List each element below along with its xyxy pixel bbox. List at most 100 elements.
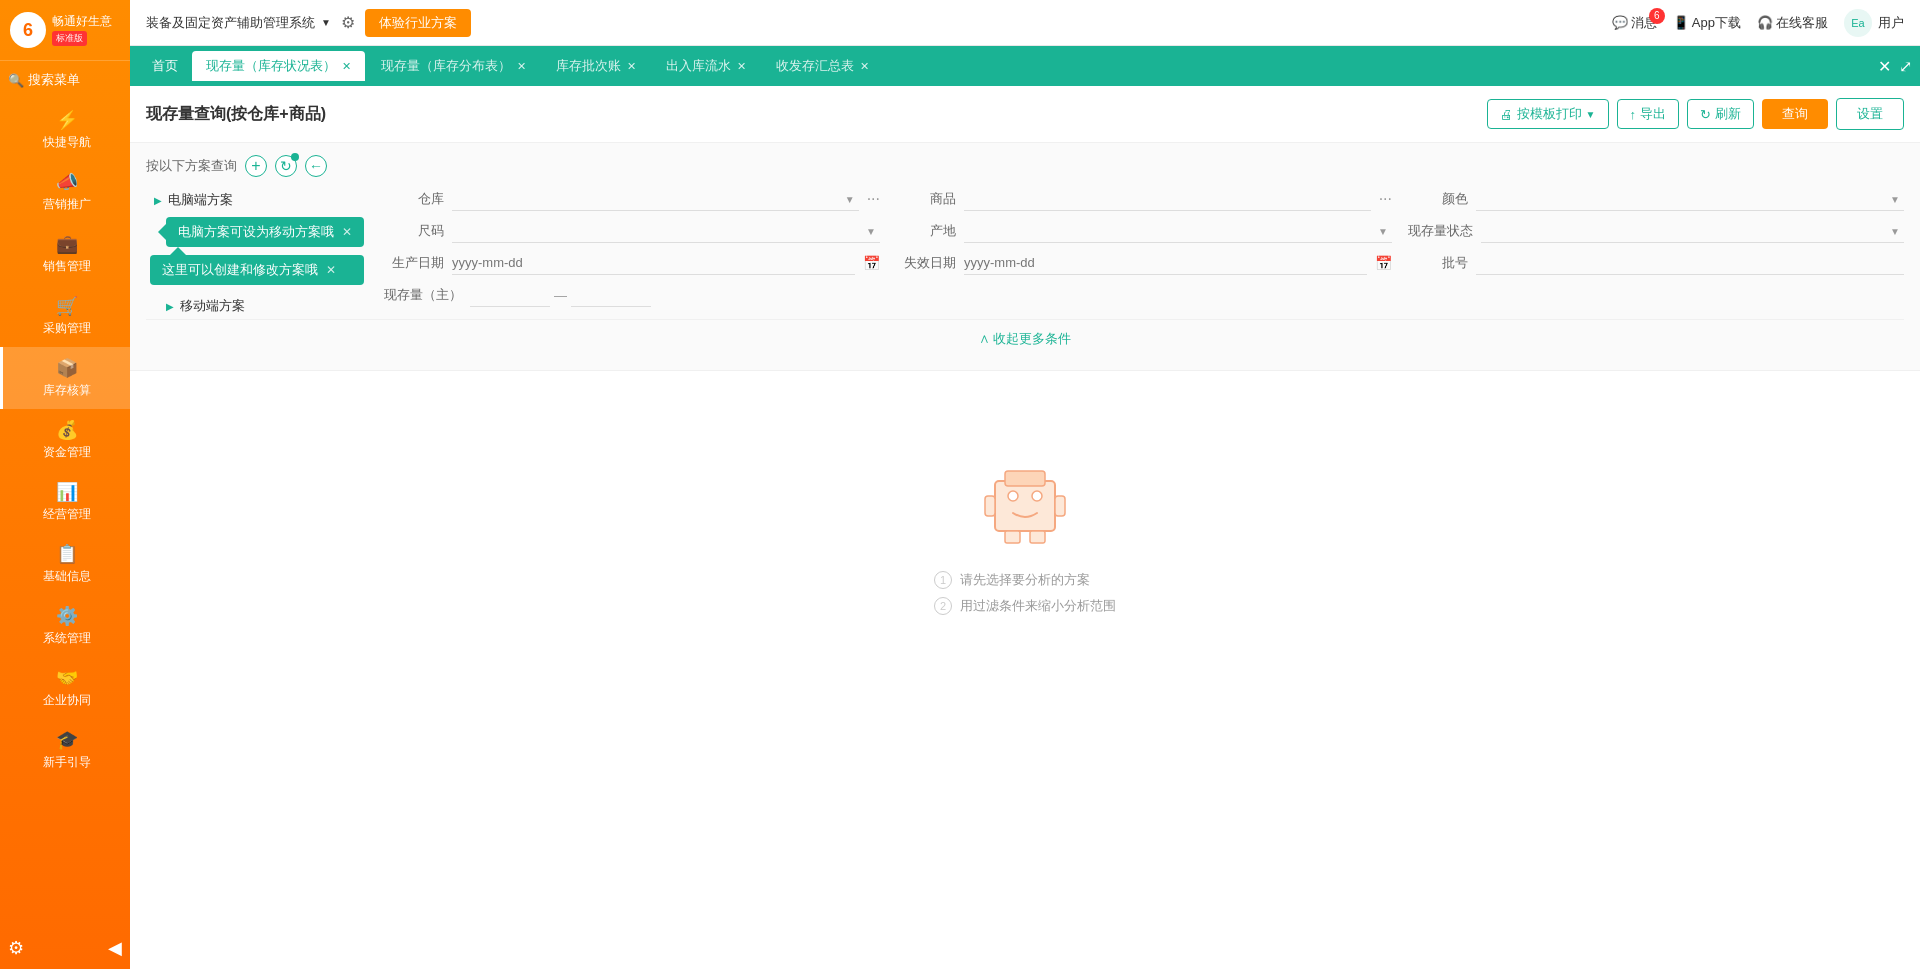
prod-date-calendar-icon[interactable]: 📅 <box>863 255 880 271</box>
notification-btn[interactable]: 💬 消息 6 <box>1612 14 1657 32</box>
search-btn[interactable]: 查询 <box>1762 99 1828 129</box>
template-print-btn[interactable]: 🖨 按模板打印 ▼ <box>1487 99 1609 129</box>
tab-in-out-flow[interactable]: 出入库流水 ✕ <box>652 51 760 81</box>
exp-date-input[interactable] <box>964 251 1367 275</box>
support-icon: 🎧 <box>1757 15 1773 30</box>
sidebar-item-basic[interactable]: 📋 基础信息 <box>0 533 130 595</box>
enterprise-icon: 🤝 <box>56 667 78 689</box>
svg-rect-4 <box>985 496 995 516</box>
scheme-list: ▶ 电脑端方案 电脑方案可设为移动方案哦 ✕ 这里可以创建和修改方案哦 ✕ <box>146 187 364 319</box>
arrow-right-icon2: ▶ <box>166 301 174 312</box>
tab-inventory-status[interactable]: 现存量（库存状况表） ✕ <box>192 51 365 81</box>
export-btn[interactable]: ↑ 导出 <box>1617 99 1680 129</box>
goods-more-icon[interactable]: ··· <box>1379 190 1392 208</box>
tab-close-receive-summary[interactable]: ✕ <box>860 60 869 73</box>
tab-home[interactable]: 首页 <box>138 51 192 81</box>
tooltip-desktop-wrapper: 电脑方案可设为移动方案哦 ✕ <box>166 217 364 247</box>
sidebar-item-search-menu[interactable]: 🔍 搜索菜单 <box>0 61 130 99</box>
sidebar-bottom: ⚙ ◀ <box>0 927 130 969</box>
empty-state: 1 请先选择要分析的方案 2 用过滤条件来缩小分析范围 <box>130 371 1920 703</box>
svg-rect-7 <box>1030 531 1045 543</box>
arrow-right-icon: ▶ <box>154 195 162 206</box>
main-content: 现存量查询(按仓库+商品) 🖨 按模板打印 ▼ ↑ 导出 ↻ 刷新 查询 设置 … <box>130 86 1920 969</box>
filter-batch-no: 批号 <box>1408 251 1904 275</box>
sidebar-item-purchase[interactable]: 🛒 采购管理 <box>0 285 130 347</box>
sidebar-item-system[interactable]: ⚙️ 系统管理 <box>0 595 130 657</box>
app-selector[interactable]: 装备及固定资产辅助管理系统 ▼ <box>146 14 331 32</box>
size-select-wrapper <box>452 219 880 243</box>
stock-qty-max-input[interactable] <box>571 283 651 307</box>
filter-add-btn[interactable]: + <box>245 155 267 177</box>
stock-status-select[interactable] <box>1481 219 1904 243</box>
svg-rect-0 <box>995 481 1055 531</box>
filter-refresh-btn[interactable]: ↻ <box>275 155 297 177</box>
purchase-icon: 🛒 <box>56 295 78 317</box>
stock-qty-range: — <box>470 283 880 307</box>
tab-close-batch-ledger[interactable]: ✕ <box>627 60 636 73</box>
filter-header: 按以下方案查询 + ↻ ← <box>146 155 1904 177</box>
tooltip-desktop: 电脑方案可设为移动方案哦 ✕ <box>166 217 364 247</box>
tab-close-in-out-flow[interactable]: ✕ <box>737 60 746 73</box>
app-download-btn[interactable]: 📱 App下载 <box>1673 14 1741 32</box>
filter-row-4: 现存量（主） — <box>384 283 1904 307</box>
tab-batch-ledger[interactable]: 库存批次账 ✕ <box>542 51 650 81</box>
svg-rect-6 <box>1005 531 1020 543</box>
page-actions: 🖨 按模板打印 ▼ ↑ 导出 ↻ 刷新 查询 设置 <box>1487 98 1904 130</box>
collapse-bar[interactable]: ∧ 收起更多条件 <box>146 319 1904 358</box>
prod-date-input[interactable] <box>452 251 855 275</box>
user-area[interactable]: Ea 用户 <box>1844 9 1904 37</box>
sidebar-item-sales[interactable]: 💼 销售管理 <box>0 223 130 285</box>
sidebar-item-finance[interactable]: 💰 资金管理 <box>0 409 130 471</box>
tooltip-desktop-close[interactable]: ✕ <box>342 225 352 239</box>
origin-select-wrapper <box>964 219 1392 243</box>
sidebar-collapse-icon[interactable]: ◀ <box>108 937 122 959</box>
settings-gear-icon[interactable]: ⚙ <box>8 937 24 959</box>
tab-receive-summary[interactable]: 收发存汇总表 ✕ <box>762 51 883 81</box>
tab-inventory-dist[interactable]: 现存量（库存分布表） ✕ <box>367 51 540 81</box>
system-icon: ⚙️ <box>56 605 78 627</box>
filter-form-container: 仓库 ··· 商品 ··· <box>384 187 1904 307</box>
sidebar-item-newbie[interactable]: 🎓 新手引导 <box>0 719 130 781</box>
refresh-btn[interactable]: ↻ 刷新 <box>1687 99 1754 129</box>
marketing-icon: 📣 <box>56 171 78 193</box>
tooltip-scheme-wrapper: 这里可以创建和修改方案哦 ✕ <box>150 255 364 285</box>
scheme-desktop[interactable]: ▶ 电脑端方案 <box>146 187 364 213</box>
finance-icon: 💰 <box>56 419 78 441</box>
scheme-mobile[interactable]: ▶ 移动端方案 <box>146 293 364 319</box>
color-select[interactable] <box>1476 187 1904 211</box>
online-support-btn[interactable]: 🎧 在线客服 <box>1757 14 1828 32</box>
color-select-wrapper <box>1476 187 1904 211</box>
tooltip-scheme-close[interactable]: ✕ <box>326 263 336 277</box>
print-icon: 🖨 <box>1500 107 1513 122</box>
reset-btn[interactable]: 设置 <box>1836 98 1904 130</box>
tab-close-inventory-dist[interactable]: ✕ <box>517 60 526 73</box>
tab-expand-btn[interactable]: ⤢ <box>1899 57 1912 76</box>
origin-select[interactable] <box>964 219 1392 243</box>
warehouse-select[interactable] <box>452 187 859 211</box>
tab-close-all-btn[interactable]: ✕ <box>1878 57 1891 76</box>
top-header: 装备及固定资产辅助管理系统 ▼ ⚙ 体验行业方案 💬 消息 6 📱 App下载 … <box>130 0 1920 46</box>
size-select[interactable] <box>452 219 880 243</box>
sidebar-item-inventory[interactable]: 📦 库存核算 <box>0 347 130 409</box>
exp-date-calendar-icon[interactable]: 📅 <box>1375 255 1392 271</box>
logo-text: 畅通好生意 标准版 <box>52 14 112 47</box>
settings-icon[interactable]: ⚙ <box>341 13 355 32</box>
sidebar-item-enterprise[interactable]: 🤝 企业协同 <box>0 657 130 719</box>
sidebar-item-quick-nav[interactable]: ⚡ 快捷导航 <box>0 99 130 161</box>
stock-qty-min-input[interactable] <box>470 283 550 307</box>
basic-icon: 📋 <box>56 543 78 565</box>
trial-button[interactable]: 体验行业方案 <box>365 9 471 37</box>
sales-icon: 💼 <box>56 233 78 255</box>
warehouse-more-icon[interactable]: ··· <box>867 190 880 208</box>
tab-close-inventory-status[interactable]: ✕ <box>342 60 351 73</box>
filter-back-btn[interactable]: ← <box>305 155 327 177</box>
batch-no-input[interactable] <box>1476 251 1904 275</box>
sidebar-item-marketing[interactable]: 📣 营销推广 <box>0 161 130 223</box>
goods-input[interactable] <box>964 187 1371 211</box>
sidebar-item-operations[interactable]: 📊 经营管理 <box>0 471 130 533</box>
dropdown-icon: ▼ <box>321 17 331 28</box>
svg-rect-5 <box>1055 496 1065 516</box>
filter-row-3: 生产日期 📅 失效日期 📅 批号 <box>384 251 1904 275</box>
stock-status-select-wrapper <box>1481 219 1904 243</box>
filter-stock-status: 现存量状态 <box>1408 219 1904 243</box>
